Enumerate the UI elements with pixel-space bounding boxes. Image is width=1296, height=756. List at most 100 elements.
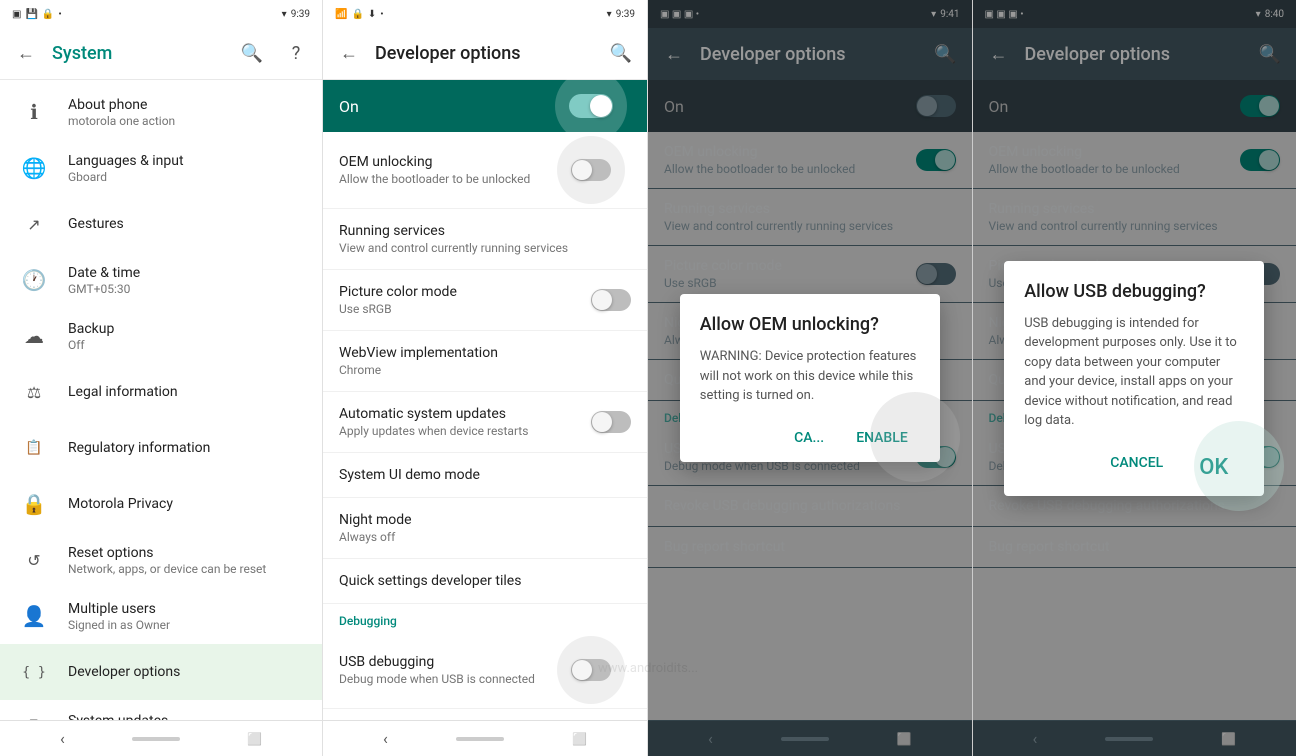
quick-settings-label: Quick settings developer tiles: [339, 573, 521, 589]
search-button-p1[interactable]: 🔍: [234, 36, 270, 72]
dev-item-auto-updates[interactable]: Automatic system updates Apply updates w…: [323, 392, 647, 453]
usb-cancel-button[interactable]: Cancel: [1098, 447, 1175, 488]
webview-sub: Chrome: [339, 363, 498, 377]
regulatory-label: Regulatory information: [68, 440, 306, 456]
back-nav-p2[interactable]: ‹: [383, 729, 388, 748]
dot-icon: •: [58, 9, 61, 20]
picture-toggle[interactable]: [591, 289, 631, 311]
auto-updates-sub: Apply updates when device restarts: [339, 424, 528, 438]
regulatory-text: Regulatory information: [68, 440, 306, 456]
panel-developer-oem-dialog: ▣ ▣ ▣ • ▾ 9:41 ← Developer options 🔍 On …: [648, 0, 973, 756]
usb-dialog-overlay: Allow USB debugging? USB debugging is in…: [973, 0, 1296, 756]
usb-dialog-actions: Cancel OK: [1024, 447, 1244, 488]
auto-updates-label: Automatic system updates: [339, 406, 528, 422]
usb-debug-label: USB debugging: [339, 654, 535, 670]
motorola-privacy-icon: 🔒: [16, 486, 52, 522]
dev-item-revoke-usb[interactable]: Revoke USB debugging authorizations: [323, 709, 647, 720]
save-icon: 💾: [25, 9, 37, 20]
nav-item-multiple-users[interactable]: 👤 Multiple users Signed in as Owner: [0, 588, 322, 644]
night-mode-sub: Always off: [339, 530, 412, 544]
nav-item-backup[interactable]: ☁ Backup Off: [0, 308, 322, 364]
usb-debug-sub: Debug mode when USB is connected: [339, 672, 535, 686]
usb-dialog-body: USB debugging is intended for developmen…: [1024, 314, 1244, 431]
on-toggle-p2[interactable]: [569, 94, 613, 118]
backup-sub: Off: [68, 338, 306, 352]
dev-item-webview[interactable]: WebView implementation Chrome: [323, 331, 647, 392]
home-indicator[interactable]: [132, 737, 180, 741]
recent-nav-icon[interactable]: ⬜: [247, 732, 262, 746]
help-button-p1[interactable]: ?: [278, 36, 314, 72]
developer-icon: { }: [16, 654, 52, 690]
nav-item-languages[interactable]: 🌐 Languages & input Gboard: [0, 140, 322, 196]
legal-icon: ⚖: [16, 374, 52, 410]
datetime-label: Date & time: [68, 265, 306, 281]
gestures-text: Gestures: [68, 216, 306, 232]
reset-text: Reset options Network, apps, or device c…: [68, 545, 306, 576]
reset-label: Reset options: [68, 545, 306, 561]
usb-ok-button[interactable]: OK: [1183, 447, 1244, 488]
nav-item-developer-options[interactable]: { } Developer options: [0, 644, 322, 700]
recent-nav-p2[interactable]: ⬜: [572, 732, 587, 746]
nav-item-gestures[interactable]: ↗ Gestures: [0, 196, 322, 252]
reset-sub: Network, apps, or device can be reset: [68, 562, 306, 576]
nav-item-motorola-privacy[interactable]: 🔒 Motorola Privacy: [0, 476, 322, 532]
motorola-privacy-text: Motorola Privacy: [68, 496, 306, 512]
dev-item-night-mode[interactable]: Night mode Always off: [323, 498, 647, 559]
back-button-p2[interactable]: ←: [331, 36, 367, 72]
system-updates-text: System updates Updated to Android 9: [68, 713, 306, 721]
system-ui-label: System UI demo mode: [339, 467, 480, 483]
panel-developer-usb-dialog: ▣ ▣ ▣ • ▾ 8:40 ← Developer options 🔍 On …: [973, 0, 1296, 756]
legal-label: Legal information: [68, 384, 306, 400]
oem-label: OEM unlocking: [339, 154, 530, 170]
developer-text: Developer options: [68, 664, 306, 680]
dev-item-usb-debug[interactable]: USB debugging Debug mode when USB is con…: [323, 632, 647, 709]
oem-dialog-body: WARNING: Device protection features will…: [700, 347, 920, 406]
dev-item-oem[interactable]: OEM unlocking Allow the bootloader to be…: [323, 132, 647, 209]
languages-label: Languages & input: [68, 153, 306, 169]
back-nav-icon[interactable]: ‹: [60, 729, 65, 748]
users-label: Multiple users: [68, 601, 306, 617]
time-p1: 9:39: [291, 9, 310, 20]
nav-item-system-updates[interactable]: 📱 System updates Updated to Android 9: [0, 700, 322, 720]
back-button-p1[interactable]: ←: [8, 36, 44, 72]
languages-sub: Gboard: [68, 170, 306, 184]
wifi-icon: ▾: [282, 9, 287, 20]
dev-item-system-ui-demo[interactable]: System UI demo mode: [323, 453, 647, 498]
oem-cancel-button[interactable]: Ca...: [782, 422, 836, 454]
status-bar-p1: ▣ 💾 🔒 • ▾ 9:39: [0, 0, 322, 28]
about-phone-label: About phone: [68, 97, 306, 113]
lock-icon-p2: 🔒: [351, 9, 363, 20]
dev-item-quick-settings[interactable]: Quick settings developer tiles: [323, 559, 647, 604]
on-label-p2: On: [339, 97, 551, 116]
bottom-bar-p2: ‹ ⬜: [323, 720, 647, 756]
motorola-privacy-label: Motorola Privacy: [68, 496, 306, 512]
datetime-text: Date & time GMT+05:30: [68, 265, 306, 296]
gestures-label: Gestures: [68, 216, 306, 232]
notification-icon: ▣: [12, 9, 21, 20]
backup-text: Backup Off: [68, 321, 306, 352]
users-text: Multiple users Signed in as Owner: [68, 601, 306, 632]
dev-title-p2: Developer options: [375, 43, 603, 64]
nav-item-about-phone[interactable]: ℹ About phone motorola one action: [0, 84, 322, 140]
system-toolbar: ← System 🔍 ?: [0, 28, 322, 80]
dev-item-running-services[interactable]: Running services View and control curren…: [323, 209, 647, 270]
nav-item-datetime[interactable]: 🕐 Date & time GMT+05:30: [0, 252, 322, 308]
home-indicator-p2[interactable]: [456, 737, 504, 741]
search-button-p2[interactable]: 🔍: [603, 36, 639, 72]
oem-enable-button[interactable]: Enable: [844, 422, 920, 454]
bottom-bar-p1: ‹ ⬜: [0, 720, 322, 756]
dev-item-picture-color[interactable]: Picture color mode Use sRGB: [323, 270, 647, 331]
nav-item-regulatory[interactable]: 📋 Regulatory information: [0, 420, 322, 476]
system-updates-label: System updates: [68, 713, 306, 721]
wifi-p2: ▾: [607, 9, 612, 20]
status-left-icons: ▣ 💾 🔒 •: [12, 9, 62, 20]
legal-text: Legal information: [68, 384, 306, 400]
nav-item-reset[interactable]: ↺ Reset options Network, apps, or device…: [0, 532, 322, 588]
system-nav-list: ℹ About phone motorola one action 🌐 Lang…: [0, 80, 322, 720]
auto-updates-toggle[interactable]: [591, 411, 631, 433]
oem-toggle[interactable]: [571, 159, 611, 181]
status-left-p2: 📶 🔒 ⬇ •: [335, 9, 384, 20]
usb-debug-toggle[interactable]: [571, 659, 611, 681]
nav-item-legal[interactable]: ⚖ Legal information: [0, 364, 322, 420]
panel-developer-options: 📶 🔒 ⬇ • ▾ 9:39 ← Developer options 🔍 On …: [323, 0, 648, 756]
